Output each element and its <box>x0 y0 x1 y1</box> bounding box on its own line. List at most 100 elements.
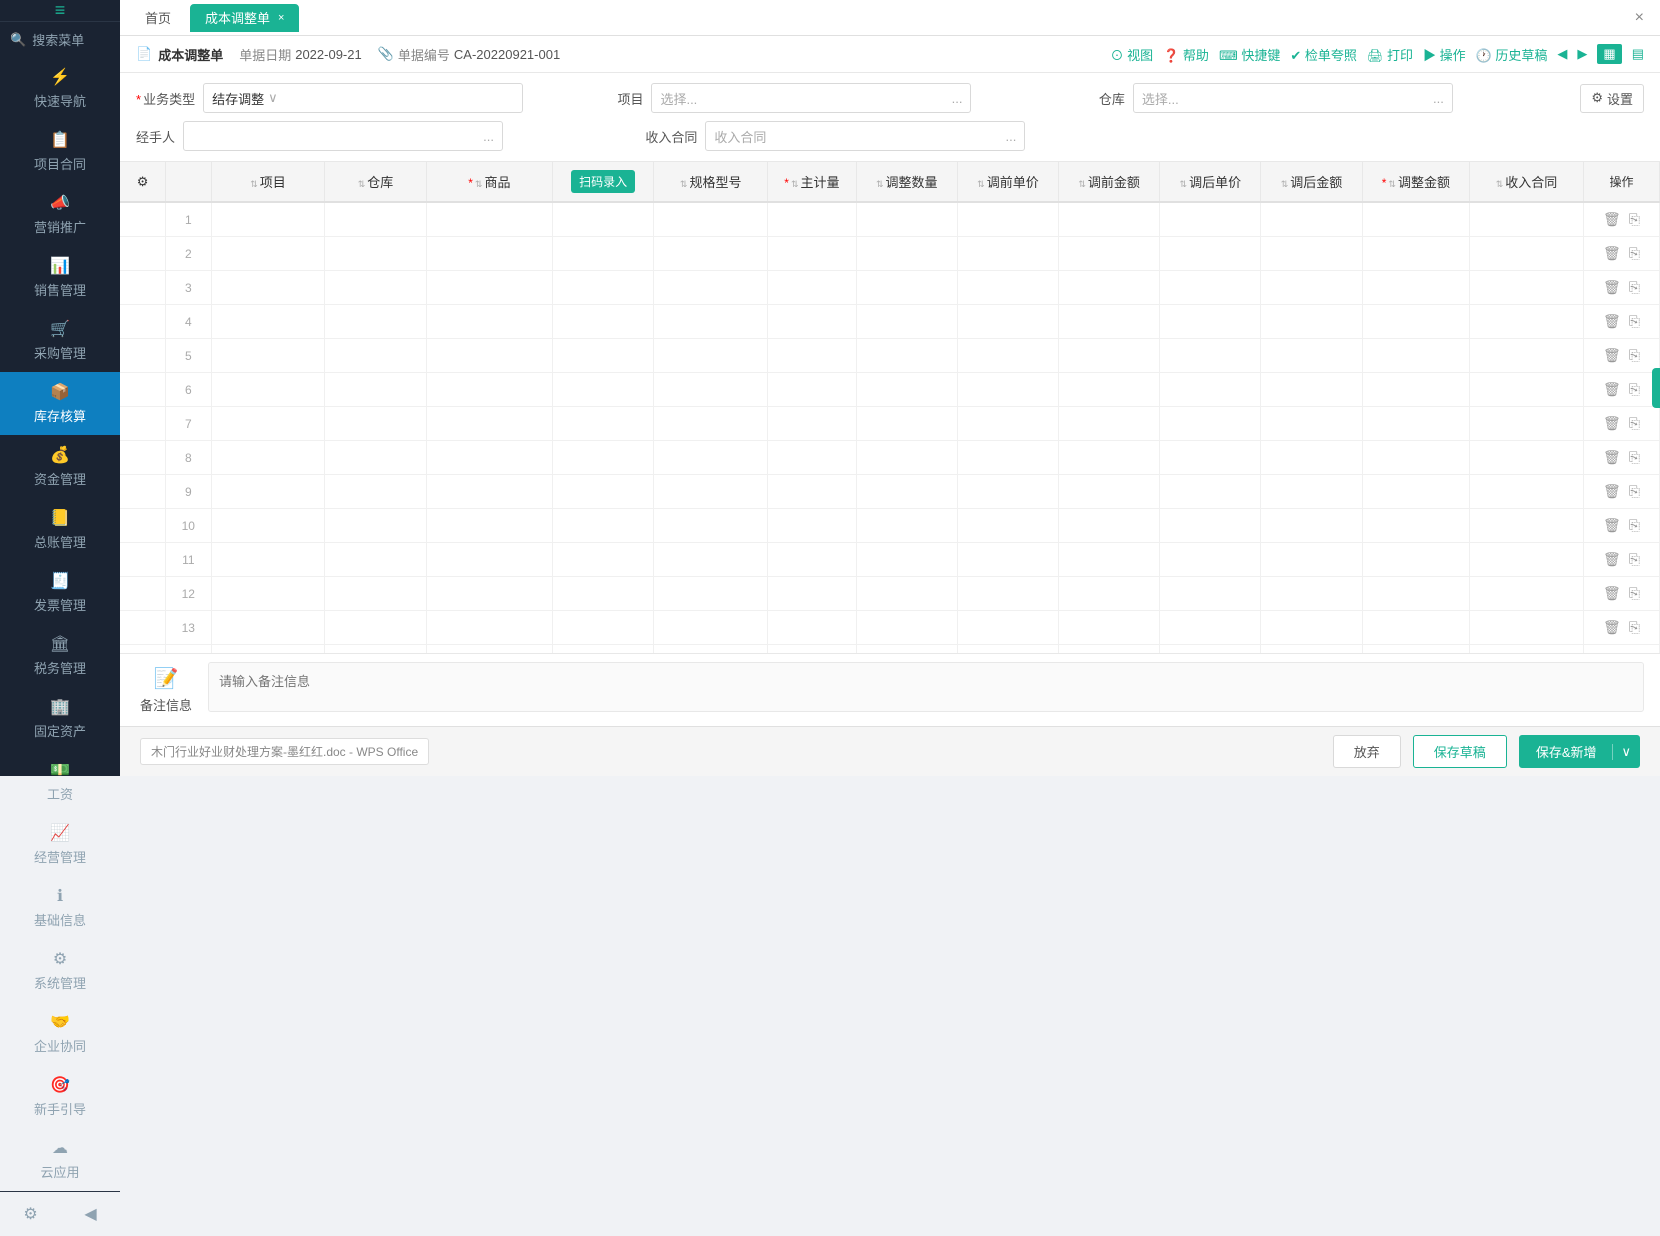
row-product[interactable] <box>426 271 552 305</box>
row-post-amount[interactable] <box>1261 611 1362 645</box>
row-product[interactable] <box>426 577 552 611</box>
row-post-amount[interactable] <box>1261 305 1362 339</box>
row-unit[interactable] <box>768 271 857 305</box>
sidebar-item-tax-mgmt[interactable]: 🏛 税务管理 <box>0 624 120 687</box>
row-adj-amount[interactable] <box>1362 407 1470 441</box>
col-spec[interactable]: ⇅规格型号 <box>654 162 768 202</box>
row-spec[interactable] <box>654 611 768 645</box>
row-spec[interactable] <box>654 339 768 373</box>
row-warehouse[interactable] <box>325 202 426 237</box>
row-post-unit-price[interactable] <box>1160 611 1261 645</box>
row-pre-amount[interactable] <box>1059 407 1160 441</box>
row-adj-amount[interactable] <box>1362 271 1470 305</box>
row-copy-btn[interactable]: ⎘ <box>1627 583 1642 604</box>
row-post-amount[interactable] <box>1261 543 1362 577</box>
row-adj-amount[interactable] <box>1362 441 1470 475</box>
row-income-contract[interactable] <box>1470 611 1584 645</box>
row-pre-unit-price[interactable] <box>957 577 1058 611</box>
tab-home[interactable]: 首页 <box>130 4 186 32</box>
row-project[interactable] <box>211 645 325 654</box>
row-unit[interactable] <box>768 645 857 654</box>
sidebar-item-invoice-mgmt[interactable]: 🧾 发票管理 <box>0 561 120 624</box>
row-product[interactable] <box>426 475 552 509</box>
col-scan[interactable]: 扫码录入 <box>553 162 654 202</box>
row-pre-unit-price[interactable] <box>957 441 1058 475</box>
row-copy-btn[interactable]: ⎘ <box>1627 345 1642 366</box>
row-project[interactable] <box>211 237 325 271</box>
row-copy-btn[interactable]: ⎘ <box>1627 447 1642 468</box>
sidebar-item-payroll[interactable]: 💵 工资 <box>0 750 120 813</box>
sidebar-item-ops-mgmt[interactable]: 📈 经营管理 <box>0 813 120 876</box>
row-pre-amount[interactable] <box>1059 339 1160 373</box>
row-post-unit-price[interactable] <box>1160 202 1261 237</box>
row-pre-amount[interactable] <box>1059 373 1160 407</box>
row-product[interactable] <box>426 543 552 577</box>
row-post-unit-price[interactable] <box>1160 373 1261 407</box>
row-income-contract[interactable] <box>1470 577 1584 611</box>
row-post-amount[interactable] <box>1261 577 1362 611</box>
row-adj-amount[interactable] <box>1362 577 1470 611</box>
row-delete-btn[interactable]: 🗑 <box>1601 311 1623 332</box>
row-unit[interactable] <box>768 577 857 611</box>
row-pre-amount[interactable] <box>1059 611 1160 645</box>
row-income-contract[interactable] <box>1470 645 1584 654</box>
row-post-unit-price[interactable] <box>1160 305 1261 339</box>
row-spec[interactable] <box>654 577 768 611</box>
action-grid2[interactable]: ▤ <box>1632 46 1644 62</box>
row-unit[interactable] <box>768 441 857 475</box>
row-adj-amount[interactable] <box>1362 611 1470 645</box>
scan-button[interactable]: 扫码录入 <box>571 170 635 193</box>
row-warehouse[interactable] <box>325 441 426 475</box>
row-unit[interactable] <box>768 339 857 373</box>
settings-button[interactable]: ⚙ 设置 <box>1580 84 1644 113</box>
row-product[interactable] <box>426 441 552 475</box>
row-income-contract[interactable] <box>1470 237 1584 271</box>
sidebar-item-project-contract[interactable]: 📋 项目合同 <box>0 120 120 183</box>
action-next[interactable]: ▶ <box>1577 46 1587 62</box>
row-copy-btn[interactable]: ⎘ <box>1627 617 1642 638</box>
sidebar-item-inventory[interactable]: 📦 库存核算 <box>0 372 120 435</box>
row-delete-btn[interactable]: 🗑 <box>1601 379 1623 400</box>
row-spec[interactable] <box>654 543 768 577</box>
row-income-contract[interactable] <box>1470 305 1584 339</box>
row-product[interactable] <box>426 237 552 271</box>
row-post-amount[interactable] <box>1261 441 1362 475</box>
row-pre-amount[interactable] <box>1059 543 1160 577</box>
row-post-unit-price[interactable] <box>1160 543 1261 577</box>
row-income-contract[interactable] <box>1470 543 1584 577</box>
sidebar-item-quick-nav[interactable]: ⚡ 快速导航 <box>0 57 120 120</box>
row-pre-amount[interactable] <box>1059 202 1160 237</box>
row-product[interactable] <box>426 407 552 441</box>
col-post-amount[interactable]: ⇅调后金额 <box>1261 162 1362 202</box>
col-income-contract[interactable]: ⇅收入合同 <box>1470 162 1584 202</box>
sidebar-item-fixed-assets[interactable]: 🏢 固定资产 <box>0 687 120 750</box>
sidebar-item-fund-mgmt[interactable]: 💰 资金管理 <box>0 435 120 498</box>
row-pre-unit-price[interactable] <box>957 611 1058 645</box>
row-post-amount[interactable] <box>1261 509 1362 543</box>
row-pre-unit-price[interactable] <box>957 202 1058 237</box>
row-delete-btn[interactable]: 🗑 <box>1601 243 1623 264</box>
action-help[interactable]: ❓ 帮助 <box>1163 45 1209 64</box>
notes-input[interactable] <box>208 662 1644 712</box>
row-project[interactable] <box>211 543 325 577</box>
row-pre-amount[interactable] <box>1059 475 1160 509</box>
row-product[interactable] <box>426 339 552 373</box>
row-post-amount[interactable] <box>1261 645 1362 654</box>
row-post-unit-price[interactable] <box>1160 237 1261 271</box>
sidebar-settings-btn[interactable]: ⚙ <box>19 1200 41 1228</box>
row-project[interactable] <box>211 577 325 611</box>
action-grid1[interactable]: ▦ <box>1597 44 1621 64</box>
row-spec[interactable] <box>654 475 768 509</box>
row-adj-qty[interactable] <box>856 202 957 237</box>
row-unit[interactable] <box>768 543 857 577</box>
row-spec[interactable] <box>654 305 768 339</box>
row-adj-amount[interactable] <box>1362 509 1470 543</box>
row-pre-amount[interactable] <box>1059 441 1160 475</box>
save-draft-button[interactable]: 保存草稿 <box>1413 735 1507 768</box>
col-unit[interactable]: ⇅主计量 <box>768 162 857 202</box>
sidebar-item-sales-mgmt[interactable]: 📊 销售管理 <box>0 246 120 309</box>
row-post-amount[interactable] <box>1261 373 1362 407</box>
row-post-amount[interactable] <box>1261 407 1362 441</box>
col-warehouse[interactable]: ⇅仓库 <box>325 162 426 202</box>
sidebar-item-sys-mgmt[interactable]: ⚙ 系统管理 <box>0 939 120 1002</box>
